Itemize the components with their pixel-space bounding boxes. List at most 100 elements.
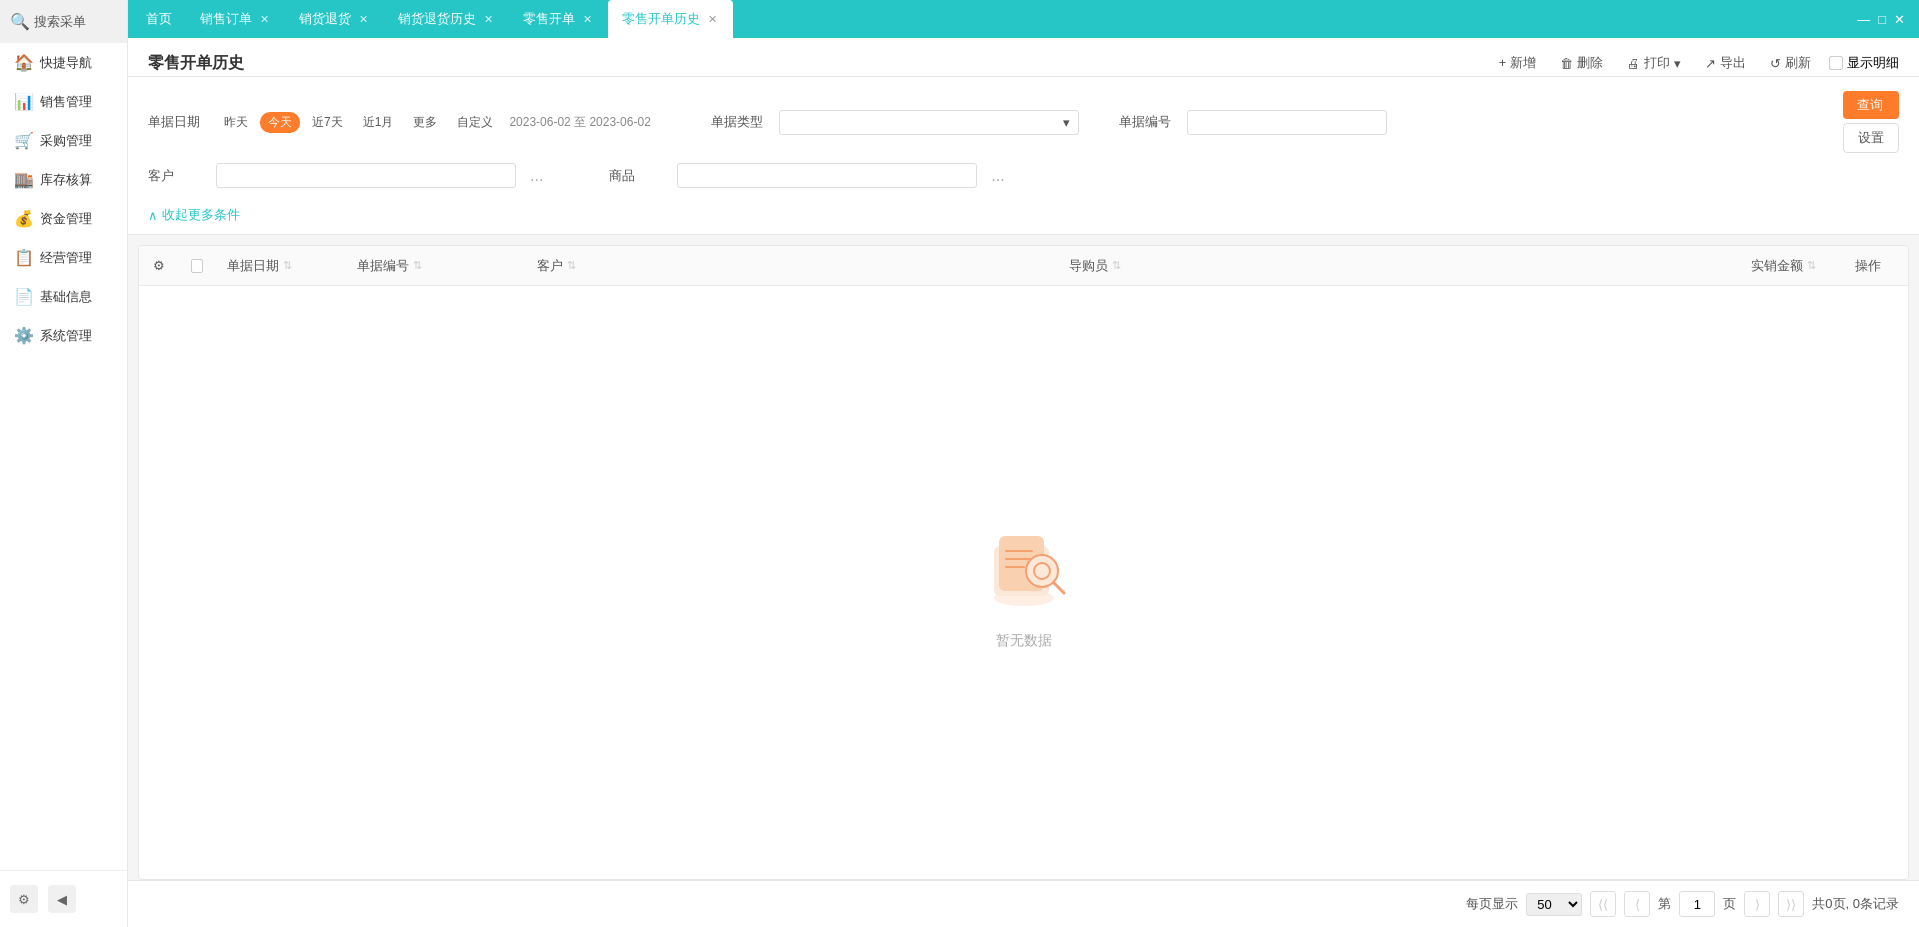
empty-text: 暂无数据 xyxy=(996,632,1052,650)
customer-browse-btn[interactable]: ... xyxy=(524,167,549,185)
product-browse-btn[interactable]: ... xyxy=(985,167,1010,185)
refresh-button[interactable]: ↺ 刷新 xyxy=(1764,50,1817,76)
product-input[interactable] xyxy=(677,163,977,188)
sidebar-item-quick-nav[interactable]: 🏠 快捷导航 xyxy=(0,43,127,82)
page-size-select[interactable]: 50 20 100 xyxy=(1526,893,1582,916)
tab-sales-return-history-label: 销货退货历史 xyxy=(398,10,476,28)
page-header: 零售开单历史 + 新增 🗑 删除 🖨 打印 ▾ ↗ 导出 ↺ 刷新 xyxy=(128,38,1919,77)
date-btn-more[interactable]: 更多 xyxy=(405,112,445,133)
chevron-up-icon: ∧ xyxy=(148,208,158,223)
sidebar-item-system[interactable]: ⚙️ 系统管理 xyxy=(0,316,127,355)
customer-filter: 客户 ... xyxy=(148,163,549,188)
tab-retail-history-close[interactable]: ✕ xyxy=(706,13,719,26)
sidebar-search[interactable]: 🔍 搜索采单 xyxy=(0,0,127,43)
sidebar-item-purchase-mgmt[interactable]: 🛒 采购管理 xyxy=(0,121,127,160)
purchase-icon: 🛒 xyxy=(14,131,32,150)
sidebar-item-inventory[interactable]: 🏬 库存核算 xyxy=(0,160,127,199)
refresh-icon: ↺ xyxy=(1770,56,1781,71)
sidebar-item-finance[interactable]: 💰 资金管理 xyxy=(0,199,127,238)
date-btn-custom[interactable]: 自定义 xyxy=(449,112,501,133)
customer-label: 客户 xyxy=(148,167,208,185)
last-page-btn[interactable]: ⟩⟩ xyxy=(1778,891,1804,917)
settings-filter-button[interactable]: 设置 xyxy=(1843,123,1899,153)
total-info: 共0页, 0条记录 xyxy=(1812,895,1899,913)
tab-sales-return-history[interactable]: 销货退货历史 ✕ xyxy=(384,0,509,38)
page-label: 页 xyxy=(1723,895,1736,913)
tab-sales-order[interactable]: 销售订单 ✕ xyxy=(186,0,285,38)
date-btn-today[interactable]: 今天 xyxy=(260,112,300,133)
collapse-button[interactable]: ∧ 收起更多条件 xyxy=(148,206,1899,224)
collapse-row: ∧ 收起更多条件 xyxy=(148,198,1899,224)
customer-input[interactable] xyxy=(216,163,516,188)
sidebar-item-label: 基础信息 xyxy=(40,288,92,306)
th-order-no[interactable]: 单据编号 ⇅ xyxy=(345,247,525,285)
next-page-btn[interactable]: ⟩ xyxy=(1744,891,1770,917)
order-no-input[interactable] xyxy=(1187,110,1387,135)
search-icon: 🔍 xyxy=(10,12,28,31)
home-icon: 🏠 xyxy=(14,53,32,72)
print-label: 打印 xyxy=(1644,54,1670,72)
add-button[interactable]: + 新增 xyxy=(1493,50,1542,76)
th-guide-label: 导购员 xyxy=(1069,257,1108,275)
chevron-down-icon: ▾ xyxy=(1063,115,1070,130)
tab-retail-open-close[interactable]: ✕ xyxy=(581,13,594,26)
basic-info-icon: 📄 xyxy=(14,287,32,306)
export-label: 导出 xyxy=(1720,54,1746,72)
settings-button[interactable]: ⚙ xyxy=(10,885,38,913)
tab-sales-return-history-close[interactable]: ✕ xyxy=(482,13,495,26)
filter-area: 单据日期 昨天 今天 近7天 近1月 更多 自定义 2023-06-02 至 2… xyxy=(128,77,1919,235)
delete-button[interactable]: 🗑 删除 xyxy=(1554,50,1609,76)
th-settings[interactable]: ⚙ xyxy=(139,248,179,283)
th-checkbox[interactable] xyxy=(179,249,215,283)
tab-home[interactable]: 首页 xyxy=(132,0,186,38)
tab-sales-order-close[interactable]: ✕ xyxy=(258,13,271,26)
date-btn-last7[interactable]: 近7天 xyxy=(304,112,351,133)
print-button[interactable]: 🖨 打印 ▾ xyxy=(1621,50,1687,76)
sort-date-icon: ⇅ xyxy=(283,259,292,272)
th-ops-label: 操作 xyxy=(1855,257,1881,275)
display-detail-toggle[interactable]: 显示明细 xyxy=(1829,54,1899,72)
tab-retail-history-label: 零售开单历史 xyxy=(622,10,700,28)
date-btn-yesterday[interactable]: 昨天 xyxy=(216,112,256,133)
collapse-button[interactable]: ◀ xyxy=(48,885,76,913)
th-customer[interactable]: 客户 ⇅ xyxy=(525,247,1057,285)
window-close[interactable]: ✕ xyxy=(1894,12,1905,27)
sidebar-item-operations[interactable]: 📋 经营管理 xyxy=(0,238,127,277)
th-amount-label: 实销金额 xyxy=(1751,257,1803,275)
window-minimize[interactable]: — xyxy=(1857,12,1870,27)
header-actions: + 新增 🗑 删除 🖨 打印 ▾ ↗ 导出 ↺ 刷新 显示明细 xyxy=(1493,50,1899,76)
main-content: 首页 销售订单 ✕ 销货退货 ✕ 销货退货历史 ✕ 零售开单 ✕ 零售开单历史 … xyxy=(128,0,1919,927)
top-nav: 首页 销售订单 ✕ 销货退货 ✕ 销货退货历史 ✕ 零售开单 ✕ 零售开单历史 … xyxy=(128,0,1919,38)
filter-row-1: 单据日期 昨天 今天 近7天 近1月 更多 自定义 2023-06-02 至 2… xyxy=(148,91,1899,153)
svg-line-8 xyxy=(1054,583,1064,593)
th-date[interactable]: 单据日期 ⇅ xyxy=(215,247,345,285)
th-guide[interactable]: 导购员 ⇅ xyxy=(1057,247,1177,285)
export-button[interactable]: ↗ 导出 xyxy=(1699,50,1752,76)
page-size-label: 每页显示 xyxy=(1466,895,1518,913)
th-customer-label: 客户 xyxy=(537,257,563,275)
export-icon: ↗ xyxy=(1705,56,1716,71)
tab-sales-return-close[interactable]: ✕ xyxy=(357,13,370,26)
select-all-checkbox[interactable] xyxy=(191,259,203,273)
th-ops: 操作 xyxy=(1828,247,1908,285)
tab-sales-return[interactable]: 销货退货 ✕ xyxy=(285,0,384,38)
page-title: 零售开单历史 xyxy=(148,53,244,74)
tab-retail-open[interactable]: 零售开单 ✕ xyxy=(509,0,608,38)
sort-customer-icon: ⇅ xyxy=(567,259,576,272)
window-maximize[interactable]: □ xyxy=(1878,12,1886,27)
sidebar-item-basic-info[interactable]: 📄 基础信息 xyxy=(0,277,127,316)
th-amount[interactable]: 实销金额 ⇅ xyxy=(1708,247,1828,285)
date-btn-last1m[interactable]: 近1月 xyxy=(355,112,402,133)
refresh-label: 刷新 xyxy=(1785,54,1811,72)
query-button[interactable]: 查询 xyxy=(1843,91,1899,119)
tab-retail-history[interactable]: 零售开单历史 ✕ xyxy=(608,0,733,38)
print-icon: 🖨 xyxy=(1627,56,1640,71)
first-page-btn[interactable]: ⟨⟨ xyxy=(1590,891,1616,917)
display-detail-checkbox[interactable] xyxy=(1829,56,1843,70)
pagination: 每页显示 50 20 100 ⟨⟨ ⟨ 第 页 ⟩ ⟩⟩ 共0页, 0条记录 xyxy=(128,880,1919,927)
prev-page-btn[interactable]: ⟨ xyxy=(1624,891,1650,917)
sidebar-item-sales-mgmt[interactable]: 📊 销售管理 xyxy=(0,82,127,121)
page-number-input[interactable] xyxy=(1679,891,1715,917)
operations-icon: 📋 xyxy=(14,248,32,267)
order-type-select[interactable]: ▾ xyxy=(779,110,1079,135)
